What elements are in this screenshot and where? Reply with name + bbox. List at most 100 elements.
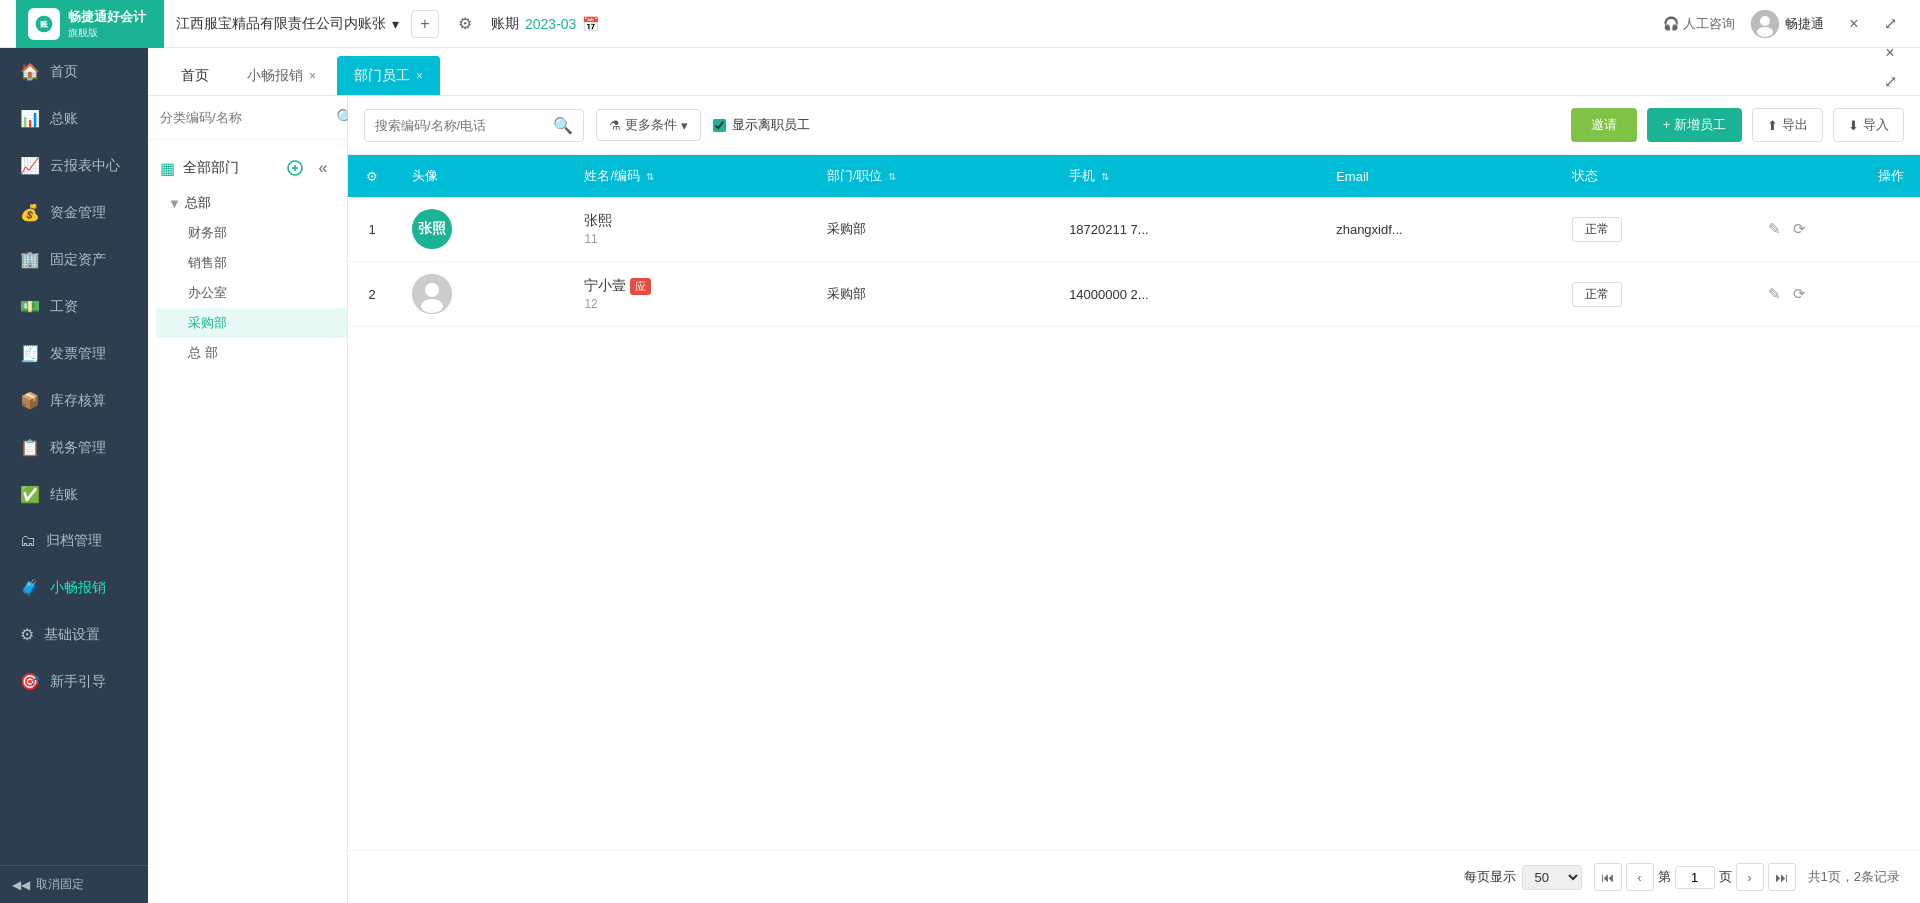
more-icon[interactable]: ⟳ [1793, 220, 1806, 238]
th-dept[interactable]: 部门/职位 ⇅ [811, 155, 1053, 197]
th-settings[interactable]: ⚙ [348, 155, 396, 197]
tab-home[interactable]: 首页 [164, 56, 226, 95]
company-selector[interactable]: 江西服宝精品有限责任公司内账张 ▾ [176, 15, 399, 33]
sidebar-item-reports[interactable]: 📈 云报表中心 [0, 142, 148, 189]
dept-item-headquarters[interactable]: 总 部 [156, 338, 347, 368]
dept-item-sales[interactable]: 销售部 [156, 248, 347, 278]
show-resigned-checkbox-label[interactable]: 显示离职员工 [713, 116, 810, 134]
sidebar-label-settings: 基础设置 [44, 626, 100, 644]
employee-table-container: ⚙ 头像 姓名/编码 ⇅ 部门/职位 ⇅ [348, 155, 1920, 850]
sidebar-item-archive[interactable]: 🗂 归档管理 [0, 518, 148, 564]
inventory-icon: 📦 [20, 391, 40, 410]
per-page-select[interactable]: 10 20 50 100 [1522, 865, 1582, 890]
page-total-info: 共1页，2条记录 [1808, 868, 1900, 886]
avatar [412, 274, 452, 314]
edit-icon[interactable]: ✎ [1768, 220, 1781, 238]
more-icon[interactable]: ⟳ [1793, 285, 1806, 303]
sidebar-item-ledger[interactable]: 📊 总账 [0, 95, 148, 142]
page-number-input[interactable] [1675, 866, 1715, 889]
filter-icon: ⚗ [609, 118, 621, 133]
sidebar-item-checkout[interactable]: ✅ 结账 [0, 471, 148, 518]
employee-name: 张熙 [584, 212, 794, 230]
first-page-button[interactable]: ⏮ [1594, 863, 1622, 891]
dept-all-item[interactable]: ▦ 全部部门 « [148, 148, 347, 188]
tab-department-close-icon[interactable]: × [416, 69, 423, 83]
user-avatar [1751, 10, 1779, 38]
payroll-icon: 💵 [20, 297, 40, 316]
sidebar-label-assets: 固定资产 [50, 251, 106, 269]
employee-search-box: 🔍 [364, 109, 584, 142]
dept-item-finance[interactable]: 财务部 [156, 218, 347, 248]
dept-collapse-button[interactable]: « [311, 156, 335, 180]
search-icon[interactable]: 🔍 [553, 116, 573, 135]
dept-group-header-root[interactable]: ▼ 总部 [156, 188, 347, 218]
sidebar-item-assets[interactable]: 🏢 固定资产 [0, 236, 148, 283]
row-name: 宁小壹应12 [568, 262, 810, 327]
checkout-icon: ✅ [20, 485, 40, 504]
maximize-window-button[interactable]: ⤢ [1876, 10, 1904, 38]
dept-search-input[interactable] [160, 110, 328, 125]
sidebar-label-reports: 云报表中心 [50, 157, 120, 175]
next-page-button[interactable]: › [1736, 863, 1764, 891]
funds-icon: 💰 [20, 203, 40, 222]
prev-page-button[interactable]: ‹ [1626, 863, 1654, 891]
row-name: 张熙11 [568, 197, 810, 262]
sidebar-item-invoices[interactable]: 🧾 发票管理 [0, 330, 148, 377]
filter-button[interactable]: ⚗ 更多条件 ▾ [596, 109, 701, 141]
support-button[interactable]: 🎧 人工咨询 [1663, 15, 1735, 33]
sidebar-item-tax[interactable]: 📋 税务管理 [0, 424, 148, 471]
tab-close-button[interactable]: × [1876, 48, 1904, 67]
home-icon: 🏠 [20, 62, 40, 81]
tab-expand-button[interactable]: ⤢ [1876, 67, 1904, 95]
close-window-button[interactable]: × [1840, 10, 1868, 38]
show-resigned-checkbox[interactable] [713, 119, 726, 132]
row-index: 2 [348, 262, 396, 327]
sidebar-label-guide: 新手引导 [50, 673, 106, 691]
tab-expense[interactable]: 小畅报销 × [230, 56, 333, 95]
sidebar-item-guide[interactable]: 🎯 新手引导 [0, 658, 148, 705]
last-page-button[interactable]: ⏭ [1768, 863, 1796, 891]
employee-search-input[interactable] [375, 118, 545, 133]
dept-edit-button[interactable] [283, 156, 307, 180]
tabs-bar: 首页 小畅报销 × 部门员工 × × ⤢ [148, 48, 1920, 96]
th-name[interactable]: 姓名/编码 ⇅ [568, 155, 810, 197]
user-area[interactable]: 畅捷通 [1751, 10, 1824, 38]
sidebar-item-inventory[interactable]: 📦 库存核算 [0, 377, 148, 424]
tab-department-label: 部门员工 [354, 67, 410, 85]
svg-point-8 [421, 299, 443, 313]
header-actions: 🎧 人工咨询 畅捷通 × ⤢ [1663, 10, 1904, 38]
cancel-fix-button[interactable]: ◀◀ 取消固定 [0, 865, 148, 903]
import-button[interactable]: ⬇ 导入 [1833, 108, 1904, 142]
sidebar-item-settings[interactable]: ⚙ 基础设置 [0, 611, 148, 658]
sidebar-label-inventory: 库存核算 [50, 392, 106, 410]
employee-code: 12 [584, 297, 794, 311]
dept-item-purchase[interactable]: 采购部 [156, 308, 347, 338]
page-di-label: 第 [1658, 868, 1671, 886]
top-header: 账 畅捷通好会计 旗舰版 江西服宝精品有限责任公司内账张 ▾ + ⚙ 账期 20… [0, 0, 1920, 48]
calendar-icon[interactable]: 📅 [582, 16, 599, 32]
sidebar-item-funds[interactable]: 💰 资金管理 [0, 189, 148, 236]
export-button[interactable]: ⬆ 导出 [1752, 108, 1823, 142]
invite-button[interactable]: 邀请 [1571, 108, 1637, 142]
settings-icon[interactable]: ⚙ [451, 10, 479, 38]
add-employee-button[interactable]: + 新增员工 [1647, 108, 1742, 142]
sidebar-item-home[interactable]: 🏠 首页 [0, 48, 148, 95]
main-layout: 🏠 首页 📊 总账 📈 云报表中心 💰 资金管理 🏢 固定资产 💵 工资 🧾 发… [0, 48, 1920, 903]
employee-panel: 🔍 ⚗ 更多条件 ▾ 显示离职员工 邀请 + 新增员工 [348, 96, 1920, 903]
expense-icon: 🧳 [20, 578, 40, 597]
th-phone[interactable]: 手机 ⇅ [1053, 155, 1320, 197]
sidebar-item-payroll[interactable]: 💵 工资 [0, 283, 148, 330]
edit-icon[interactable]: ✎ [1768, 285, 1781, 303]
sidebar-label-payroll: 工资 [50, 298, 78, 316]
pin-icon: ◀◀ [12, 878, 30, 892]
tab-department[interactable]: 部门员工 × [337, 56, 440, 95]
dept-item-office[interactable]: 办公室 [156, 278, 347, 308]
sidebar-item-expense[interactable]: 🧳 小畅报销 [0, 564, 148, 611]
headset-icon: 🎧 [1663, 16, 1679, 31]
add-tab-button[interactable]: + [411, 10, 439, 38]
employee-table-body: 1张照张熙11采购部18720211 7...zhangxidf...正常 ✎ … [348, 197, 1920, 327]
period-value[interactable]: 2023-03 [525, 16, 576, 32]
tab-expense-close-icon[interactable]: × [309, 69, 316, 83]
sidebar-label-funds: 资金管理 [50, 204, 106, 222]
th-email: Email [1320, 155, 1556, 197]
